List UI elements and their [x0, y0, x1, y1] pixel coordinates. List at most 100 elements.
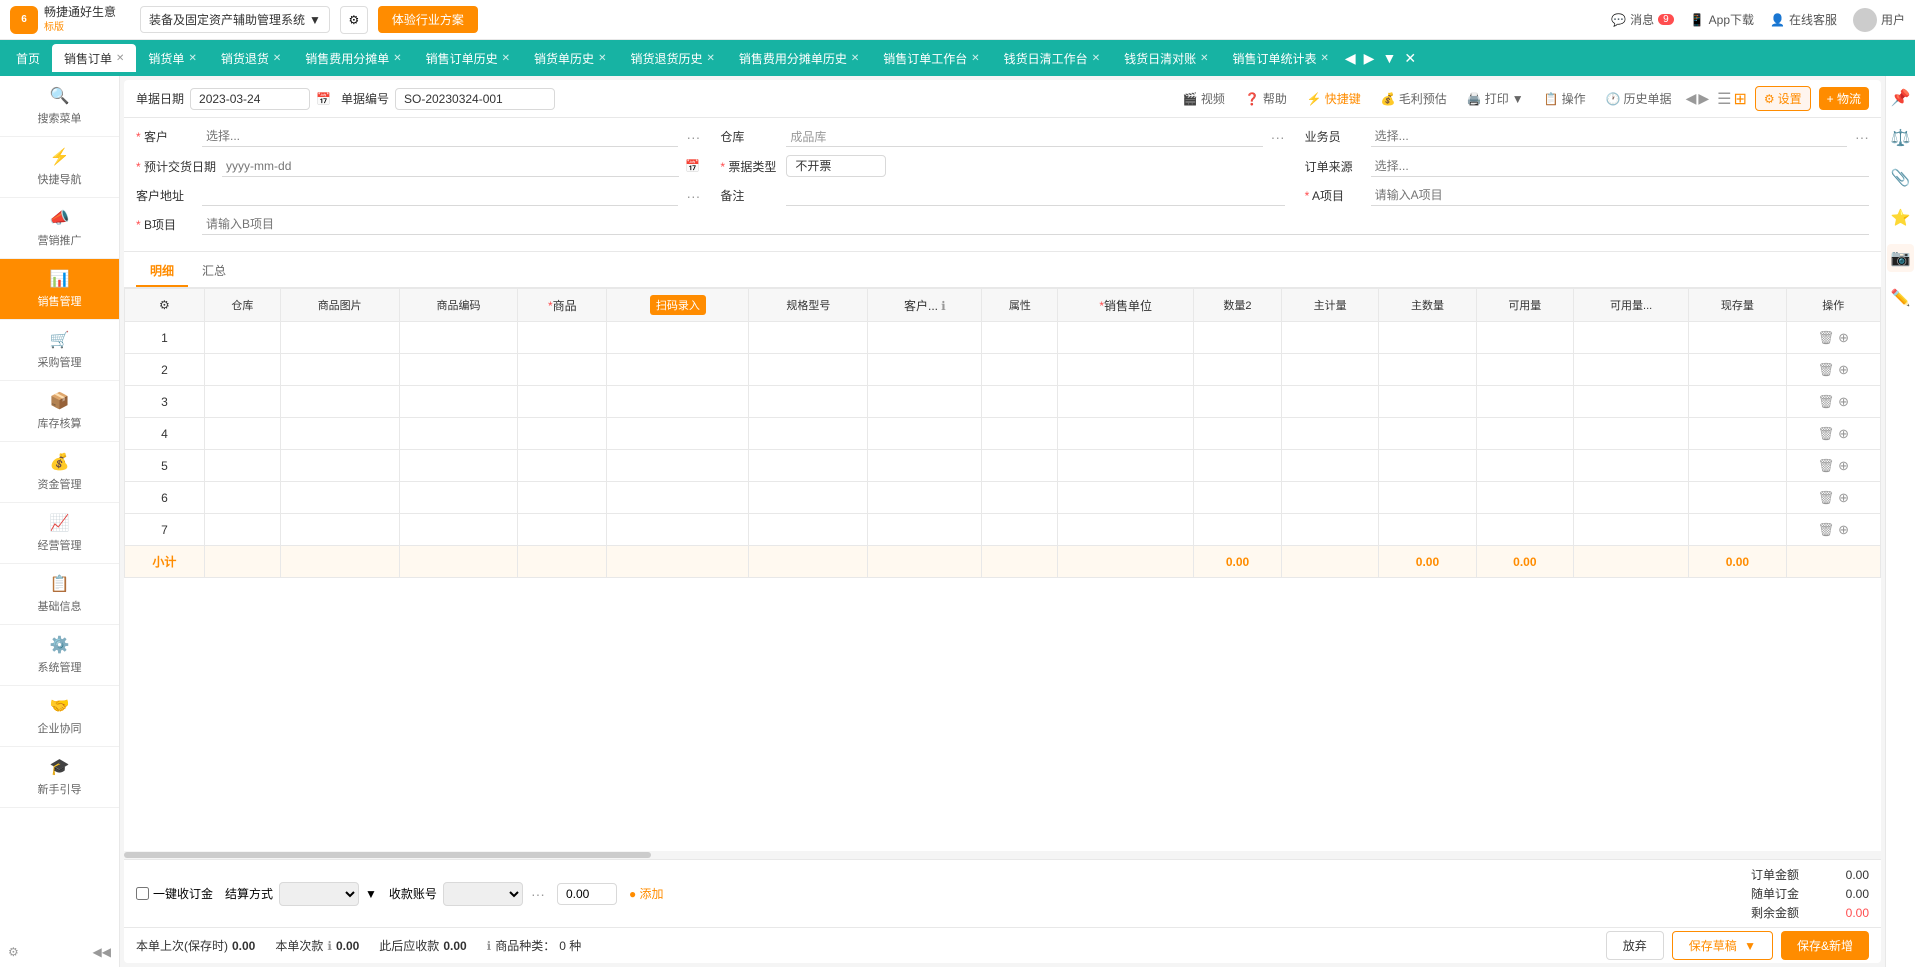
col-settings[interactable]: ⚙: [125, 289, 205, 322]
sidebar-settings-icon[interactable]: ⚙: [8, 945, 19, 959]
right-attach-icon[interactable]: 📎: [1887, 164, 1915, 192]
table-cell[interactable]: [1689, 482, 1786, 514]
scan-btn[interactable]: 扫码录入: [650, 295, 706, 315]
tab-close-icon[interactable]: ✕: [116, 53, 124, 64]
calendar-icon[interactable]: 📅: [316, 92, 331, 106]
table-cell[interactable]: [1574, 418, 1689, 450]
operations-btn[interactable]: 📋 操作: [1538, 87, 1592, 110]
note-input[interactable]: [786, 185, 1284, 206]
table-cell[interactable]: [749, 418, 868, 450]
project-a-input[interactable]: [1371, 185, 1869, 206]
table-cell[interactable]: [749, 482, 868, 514]
table-cell[interactable]: [1379, 322, 1476, 354]
table-cell[interactable]: [607, 418, 749, 450]
sidebar-item-inventory[interactable]: 📦 库存核算: [0, 381, 119, 442]
shortcut-btn[interactable]: ⚡ 快捷键: [1301, 87, 1367, 110]
tab-return-history[interactable]: 销货退货历史 ✕: [618, 44, 726, 72]
scroll-thumb[interactable]: [124, 852, 651, 858]
delete-icon[interactable]: 🗑: [1818, 458, 1835, 474]
table-cell[interactable]: [1574, 450, 1689, 482]
table-cell[interactable]: [982, 482, 1058, 514]
table-cell[interactable]: [982, 354, 1058, 386]
tab-expense-history[interactable]: 销售费用分摊单历史 ✕: [727, 44, 871, 72]
customer-dots-btn[interactable]: ···: [686, 129, 700, 145]
sidebar-item-system[interactable]: ⚙️ 系统管理: [0, 625, 119, 686]
user-menu[interactable]: 用户: [1853, 8, 1905, 32]
date-input[interactable]: [190, 88, 310, 110]
app-download-btn[interactable]: 📱 App下载: [1690, 11, 1754, 28]
table-cell[interactable]: [280, 514, 399, 546]
copy-icon[interactable]: ⊕: [1838, 362, 1849, 378]
sidebar-item-collab[interactable]: 🤝 企业协同: [0, 686, 119, 747]
table-cell[interactable]: [1574, 322, 1689, 354]
table-cell[interactable]: [749, 450, 868, 482]
table-cell[interactable]: [1379, 354, 1476, 386]
table-cell[interactable]: [1689, 386, 1786, 418]
table-cell[interactable]: [204, 322, 280, 354]
table-cell[interactable]: [868, 450, 982, 482]
list-view-icon[interactable]: ☰: [1717, 89, 1731, 109]
sidebar-item-info[interactable]: 📋 基础信息: [0, 564, 119, 625]
table-cell[interactable]: [1058, 354, 1194, 386]
table-cell[interactable]: [1281, 450, 1378, 482]
table-cell[interactable]: [607, 514, 749, 546]
right-camera-icon[interactable]: 📷: [1887, 244, 1915, 272]
warehouse-dots-btn[interactable]: ···: [1271, 129, 1285, 145]
warehouse-input[interactable]: [786, 126, 1262, 147]
col-scan[interactable]: 扫码录入: [607, 289, 749, 322]
table-cell[interactable]: [1194, 354, 1282, 386]
settings-btn[interactable]: ⚙ 设置: [1755, 86, 1811, 111]
tab-detail[interactable]: 明细: [136, 256, 188, 287]
table-cell[interactable]: [982, 514, 1058, 546]
table-cell[interactable]: [1379, 418, 1476, 450]
table-cell[interactable]: [518, 354, 607, 386]
table-cell[interactable]: [1281, 386, 1378, 418]
delivery-input[interactable]: [222, 156, 679, 177]
delete-icon[interactable]: 🗑: [1818, 490, 1835, 506]
copy-icon[interactable]: ⊕: [1838, 426, 1849, 442]
table-cell[interactable]: [1476, 482, 1573, 514]
delivery-calendar-icon[interactable]: 📅: [685, 159, 700, 173]
help-btn[interactable]: ❓ 帮助: [1239, 87, 1293, 110]
table-cell[interactable]: [1058, 450, 1194, 482]
table-cell[interactable]: [1379, 514, 1476, 546]
tab-sales-return[interactable]: 销货退货 ✕: [209, 44, 293, 72]
table-cell[interactable]: [1689, 450, 1786, 482]
table-cell[interactable]: [1058, 322, 1194, 354]
tab-sales-goods[interactable]: 销货单 ✕: [136, 44, 208, 72]
table-cell[interactable]: [204, 450, 280, 482]
tab-menu-btn[interactable]: ▼: [1378, 46, 1400, 70]
grid-view-icon[interactable]: ⊞: [1733, 89, 1746, 109]
sidebar-item-nav[interactable]: ⚡ 快捷导航: [0, 137, 119, 198]
table-cell[interactable]: [1281, 514, 1378, 546]
table-cell[interactable]: [749, 354, 868, 386]
table-cell[interactable]: [399, 450, 518, 482]
table-cell[interactable]: [399, 482, 518, 514]
delete-icon[interactable]: 🗑: [1818, 426, 1835, 442]
copy-icon[interactable]: ⊕: [1838, 490, 1849, 506]
print-btn[interactable]: 🖨️ 打印 ▼: [1461, 87, 1530, 110]
table-cell[interactable]: [399, 386, 518, 418]
table-cell[interactable]: [982, 322, 1058, 354]
table-cell[interactable]: [204, 386, 280, 418]
table-cell[interactable]: [982, 386, 1058, 418]
table-cell[interactable]: [1194, 482, 1282, 514]
prev-record-icon[interactable]: ◀: [1686, 90, 1697, 107]
delete-icon[interactable]: 🗑: [1818, 330, 1835, 346]
tab-next-btn[interactable]: ▶: [1360, 46, 1379, 71]
copy-icon[interactable]: ⊕: [1838, 330, 1849, 346]
table-cell[interactable]: [868, 514, 982, 546]
table-cell[interactable]: [1476, 322, 1573, 354]
right-pin-icon[interactable]: 📌: [1887, 84, 1915, 112]
tab-home[interactable]: 首页: [4, 44, 52, 72]
sidebar-item-guide[interactable]: 🎓 新手引导: [0, 747, 119, 808]
save-draft-btn[interactable]: 保存草稿 ▼: [1672, 931, 1773, 960]
copy-icon[interactable]: ⊕: [1838, 522, 1849, 538]
table-cell[interactable]: [1476, 354, 1573, 386]
table-cell[interactable]: [204, 514, 280, 546]
table-cell[interactable]: [982, 418, 1058, 450]
tab-close-icon[interactable]: ✕: [706, 53, 714, 64]
tab-close-icon[interactable]: ✕: [1200, 53, 1208, 64]
table-cell[interactable]: [1058, 482, 1194, 514]
table-cell[interactable]: [204, 354, 280, 386]
